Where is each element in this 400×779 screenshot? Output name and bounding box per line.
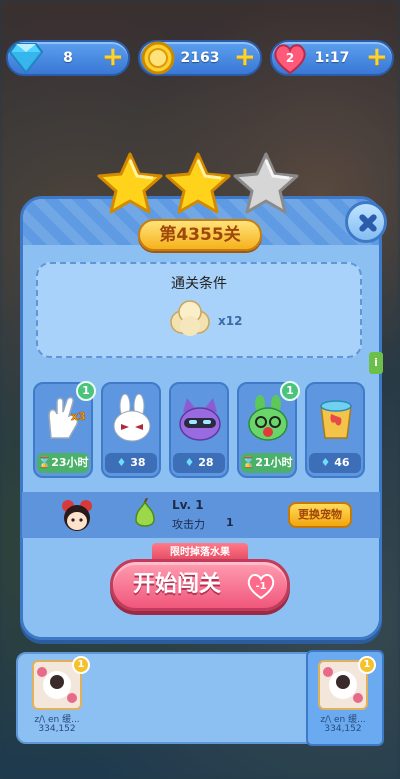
close-button[interactable]: [345, 201, 387, 243]
lives-counter[interactable]: 2 1:17 +: [270, 40, 394, 76]
start-label: 开始闯关: [133, 572, 222, 597]
friend-rank-badge: 1: [358, 656, 376, 674]
booster-footer-text: 21小时: [255, 456, 293, 469]
pet-attack-label: 攻击力: [172, 518, 205, 531]
gem-counter[interactable]: 8 +: [6, 40, 130, 76]
condition-count: x12: [218, 314, 243, 328]
angry-bunny-icon: [113, 394, 151, 442]
diamond-icon: ♦: [184, 456, 195, 469]
booster-footer: ⌛21小时: [241, 453, 293, 473]
level-number-badge: 第4355关: [138, 219, 262, 251]
condition-title: 通关条件: [171, 276, 227, 292]
friend-score: 334,152: [324, 724, 362, 734]
currency-bar: 8 + 2163 + 2 1:17 +: [6, 40, 394, 76]
star-gold-icon: [97, 152, 163, 214]
booster-count-badge: 1: [76, 381, 96, 401]
add-gems-plus-icon[interactable]: +: [102, 44, 124, 70]
booster-footer-text: 46: [334, 456, 350, 469]
add-lives-plus-icon[interactable]: +: [366, 44, 388, 70]
friend-entry[interactable]: 1 z/\ en 缓... 334,152: [24, 656, 90, 742]
pet-level: Lv. 1: [172, 498, 204, 512]
booster-bunny[interactable]: ♦ 38: [101, 382, 161, 478]
booster-footer: ♦ 46: [309, 453, 361, 473]
star-gray-icon: [233, 152, 299, 214]
booster-footer: ⌛23小时: [37, 453, 89, 473]
friend-entry-self[interactable]: 1 z/\ en 缓... 334,152: [310, 656, 376, 742]
info-icon[interactable]: i: [369, 352, 383, 374]
diamond-icon: ♦: [116, 456, 127, 469]
booster-green-bunny[interactable]: 1 ⌛21小时: [237, 381, 300, 478]
friend-rank-badge: 1: [72, 656, 90, 674]
gem-value: 8: [63, 50, 73, 66]
lives-timer: 1:17: [314, 50, 350, 66]
start-level-button[interactable]: 开始闯关 -1: [110, 559, 290, 611]
add-coins-plus-icon[interactable]: +: [234, 44, 256, 70]
start-cost: -1: [255, 581, 266, 592]
coin-value: 2163: [180, 50, 220, 66]
booster-footer-text: 38: [130, 456, 146, 469]
lives-count: 2: [286, 51, 294, 65]
glove-x3-icon: x3: [48, 396, 86, 439]
coin-counter[interactable]: 2163 +: [138, 40, 262, 76]
diamond-icon: ♦: [320, 456, 331, 469]
cream-puff-icon: [170, 300, 210, 336]
star-rating: [95, 150, 305, 220]
svg-text:x3: x3: [71, 410, 86, 423]
booster-glove[interactable]: x3 1 ⌛23小时: [33, 381, 96, 478]
hourglass-icon: ⌛: [241, 456, 256, 469]
booster-footer: ♦ 38: [105, 453, 157, 473]
booster-purple-cat[interactable]: ♦ 28: [169, 382, 229, 478]
green-bunny-icon: [248, 395, 288, 441]
star-gold-icon: [165, 152, 231, 214]
booster-list: x3 1 ⌛23小时 ♦ 38 ♦ 28 1 ⌛21小时 ♦ 46: [33, 381, 369, 478]
clear-condition-box: 通关条件 x12: [36, 262, 362, 358]
pet-avatar-icon[interactable]: [58, 496, 96, 534]
pear-icon: [135, 498, 155, 527]
hourglass-icon: ⌛: [37, 456, 52, 469]
heart-cost-icon: -1: [247, 574, 275, 600]
booster-paint-bucket[interactable]: ♦ 46: [305, 382, 365, 478]
booster-footer-text: 23小时: [51, 456, 89, 469]
booster-footer-text: 28: [198, 456, 214, 469]
purple-cat-icon: [179, 398, 221, 441]
pet-row: Lv. 1 攻击力 1 更换宠物: [22, 492, 380, 538]
booster-footer: ♦ 28: [173, 453, 225, 473]
paint-bucket-icon: [320, 400, 352, 439]
booster-count-badge: 1: [280, 381, 300, 401]
friend-score: 334,152: [38, 724, 76, 734]
pet-attack-value: 1: [226, 516, 234, 529]
swap-pet-button[interactable]: 更换宠物: [288, 502, 352, 528]
